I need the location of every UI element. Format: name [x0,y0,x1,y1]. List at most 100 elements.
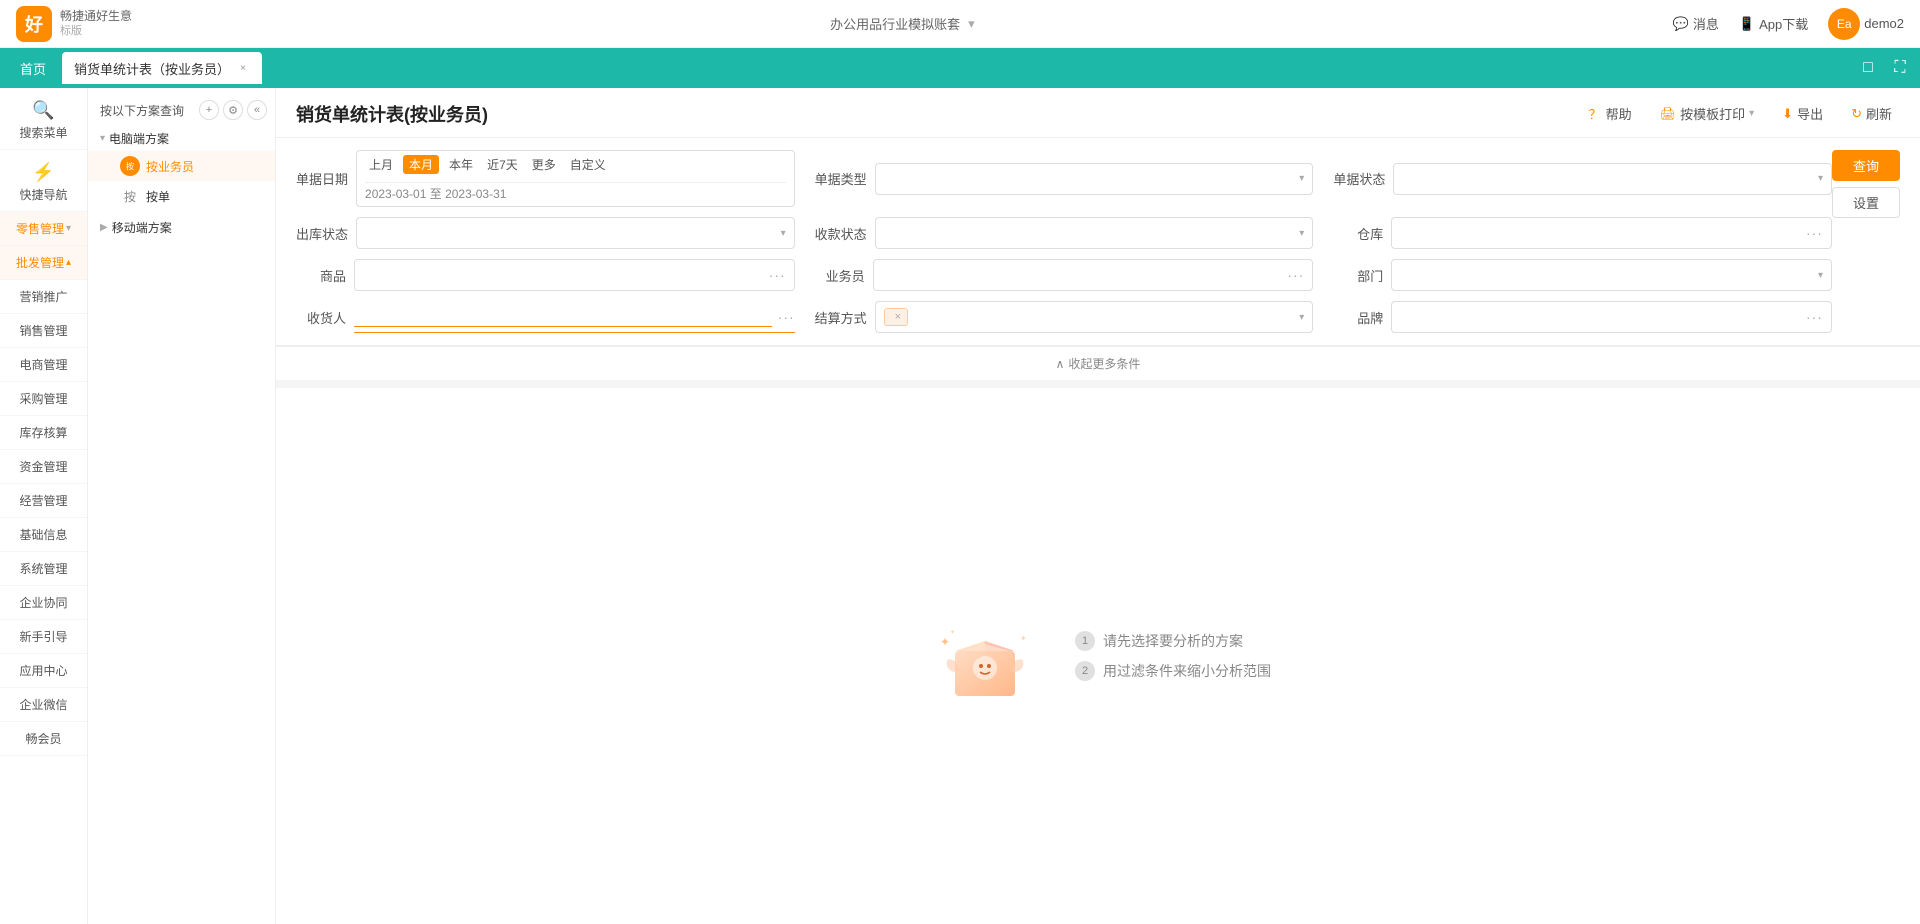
sales-label: 销售管理 [19,322,67,339]
message-label: 消息 [1693,14,1719,33]
print-arrow[interactable]: ▾ [1749,108,1754,119]
fullscreen-btn[interactable]: ⛶ [1888,56,1912,80]
sidebar-item-corp[interactable]: 企业协同 [0,586,87,620]
filter-payment: 结算方式 × ▾ [815,301,1314,333]
sidebar-item-quicknav[interactable]: ⚡ 快捷导航 [0,150,87,212]
window-restore-btn[interactable]: □ [1856,56,1880,80]
header-dropdown-icon[interactable]: ▾ [968,16,975,32]
sidebar-item-ecom[interactable]: 电商管理 [0,348,87,382]
refresh-btn[interactable]: ↻ 刷新 [1843,100,1900,127]
filter-grid: 单据日期 上月 本月 本年 近7天 更多 自定义 2023-03-01 至 20… [296,150,1832,333]
sidebar-item-sales[interactable]: 销售管理 [0,314,87,348]
purchase-label: 采购管理 [19,390,67,407]
receipt-status-caret: ▾ [1299,228,1304,239]
header-center[interactable]: 办公用品行业模拟账套 ▾ [830,14,975,33]
receipt-status-control[interactable]: ▾ [875,217,1314,249]
goods-control[interactable]: ··· [354,259,795,291]
date-tab-more[interactable]: 更多 [528,155,560,174]
wecom-label: 企业微信 [19,696,67,713]
salesperson-control[interactable]: ··· [873,259,1314,291]
sidebar-item-wecom[interactable]: 企业微信 [0,688,87,722]
panel-settings-btn[interactable]: ⚙ [223,100,243,120]
tab-close-icon[interactable]: × [236,61,250,75]
date-tab-custom[interactable]: 自定义 [566,155,610,174]
sidebar-item-member[interactable]: 畅会员 [0,722,87,756]
filter-dept: 部门 ▾ [1333,259,1832,291]
payment-control[interactable]: × ▾ [875,301,1314,333]
empty-inner: ✦ ✦ ✦ 1 请先选择要分析的方案 2 用过滤条件来缩小分析范围 [925,596,1271,716]
filter-goods: 商品 ··· [296,259,795,291]
sidebar-item-ops[interactable]: 经营管理 [0,484,87,518]
dept-control[interactable]: ▾ [1391,259,1832,291]
sidebar: 🔍 搜索菜单 ⚡ 快捷导航 零售管理 ▾ 批发管理 ▴ 营销推广 销售管理 电商… [0,88,88,924]
order-type-caret: ▾ [1299,173,1304,184]
help-btn[interactable]: ？ 帮助 [1581,100,1640,127]
sidebar-item-funds[interactable]: 资金管理 [0,450,87,484]
tab-active[interactable]: 销货单统计表（按业务员） × [62,52,262,84]
consignee-input[interactable] [354,307,772,327]
main-panel: 销货单统计表(按业务员) ？ 帮助 🖨 按模板打印 ▾ ⬇ [276,88,1920,924]
page-actions: ？ 帮助 🖨 按模板打印 ▾ ⬇ 导出 ↻ [1581,100,1900,127]
panel-add-btn[interactable]: + [199,100,219,120]
sidebar-item-search[interactable]: 🔍 搜索菜单 [0,88,87,150]
header-right: 💬 消息 📱 App下载 Ea demo2 [1673,8,1904,40]
consignee-control[interactable]: ··· [354,301,795,333]
date-tab-this-year[interactable]: 本年 [445,155,477,174]
sidebar-item-newbie[interactable]: 新手引导 [0,620,87,654]
quicknav-icon: ⚡ [4,162,83,183]
logo-area: 好 畅捷通好生意 标版 [16,6,132,42]
desktop-scheme-label: 电脑端方案 [109,130,169,147]
app-download-btn[interactable]: 📱 App下载 [1739,14,1808,33]
tree-parent-mobile[interactable]: ▶ 移动端方案 [88,215,275,240]
sidebar-item-retail[interactable]: 零售管理 ▾ [0,212,87,246]
date-tabs: 上月 本月 本年 近7天 更多 自定义 [365,155,610,174]
export-btn[interactable]: ⬇ 导出 [1774,100,1831,127]
order-type-control[interactable]: ▾ [875,163,1314,195]
marketing-label: 营销推广 [19,288,67,305]
payment-tag: × [884,308,908,326]
out-status-control[interactable]: ▾ [356,217,795,249]
download-icon: 📱 [1739,16,1755,32]
message-btn[interactable]: 💬 消息 [1673,14,1719,33]
sidebar-item-inventory[interactable]: 库存核算 [0,416,87,450]
sidebar-item-apps[interactable]: 应用中心 [0,654,87,688]
sidebar-item-base[interactable]: 基础信息 [0,518,87,552]
tab-home[interactable]: 首页 [8,52,58,84]
sidebar-item-purchase[interactable]: 采购管理 [0,382,87,416]
collapse-bar[interactable]: ∧ 收起更多条件 [276,346,1920,380]
order-status-control[interactable]: ▾ [1393,163,1832,195]
order-status-caret: ▾ [1818,173,1823,184]
tree-child-by-salesperson[interactable]: 按 按业务员 [88,151,275,181]
payment-tag-close[interactable]: × [895,311,901,323]
export-label: 导出 [1797,104,1823,123]
page-title: 销货单统计表(按业务员) [296,101,488,127]
base-label: 基础信息 [19,526,67,543]
user-area[interactable]: Ea demo2 [1828,8,1904,40]
date-tab-this-month[interactable]: 本月 [403,155,439,174]
sidebar-item-sys[interactable]: 系统管理 [0,552,87,586]
filter-order-status: 单据状态 ▾ [1333,150,1832,207]
query-btn[interactable]: 查询 [1832,150,1900,181]
filter-salesperson: 业务员 ··· [815,259,1314,291]
brand-control[interactable]: ··· [1391,301,1832,333]
print-btn[interactable]: 🖨 按模板打印 ▾ [1652,100,1763,127]
tree-child-by-order[interactable]: 按 按单 [88,181,275,211]
date-tab-last-month[interactable]: 上月 [365,155,397,174]
date-tab-7days[interactable]: 近7天 [483,155,522,174]
panel-collapse-btn[interactable]: « [247,100,267,120]
tab-bar: 首页 销货单统计表（按业务员） × □ ⛶ [0,48,1920,88]
refresh-label: 刷新 [1866,104,1892,123]
tip-num-1: 1 [1075,631,1095,651]
warehouse-control[interactable]: ··· [1391,217,1832,249]
consignee-label: 收货人 [296,308,346,327]
date-control[interactable]: 上月 本月 本年 近7天 更多 自定义 2023-03-01 至 2023-03… [356,150,795,207]
sidebar-item-marketing[interactable]: 营销推广 [0,280,87,314]
tree-parent-desktop[interactable]: ▾ 电脑端方案 [88,126,275,151]
content-area: 按以下方案查询 + ⚙ « ▾ 电脑端方案 按 按业务员 按 按单 [88,88,1920,924]
consignee-dots: ··· [778,309,795,325]
expand-icon-mobile: ▶ [100,222,108,233]
order-status-label: 单据状态 [1333,169,1385,188]
help-icon: ？ [1589,104,1602,123]
sidebar-item-wholesale[interactable]: 批发管理 ▴ [0,246,87,280]
settings-btn[interactable]: 设置 [1832,187,1900,218]
